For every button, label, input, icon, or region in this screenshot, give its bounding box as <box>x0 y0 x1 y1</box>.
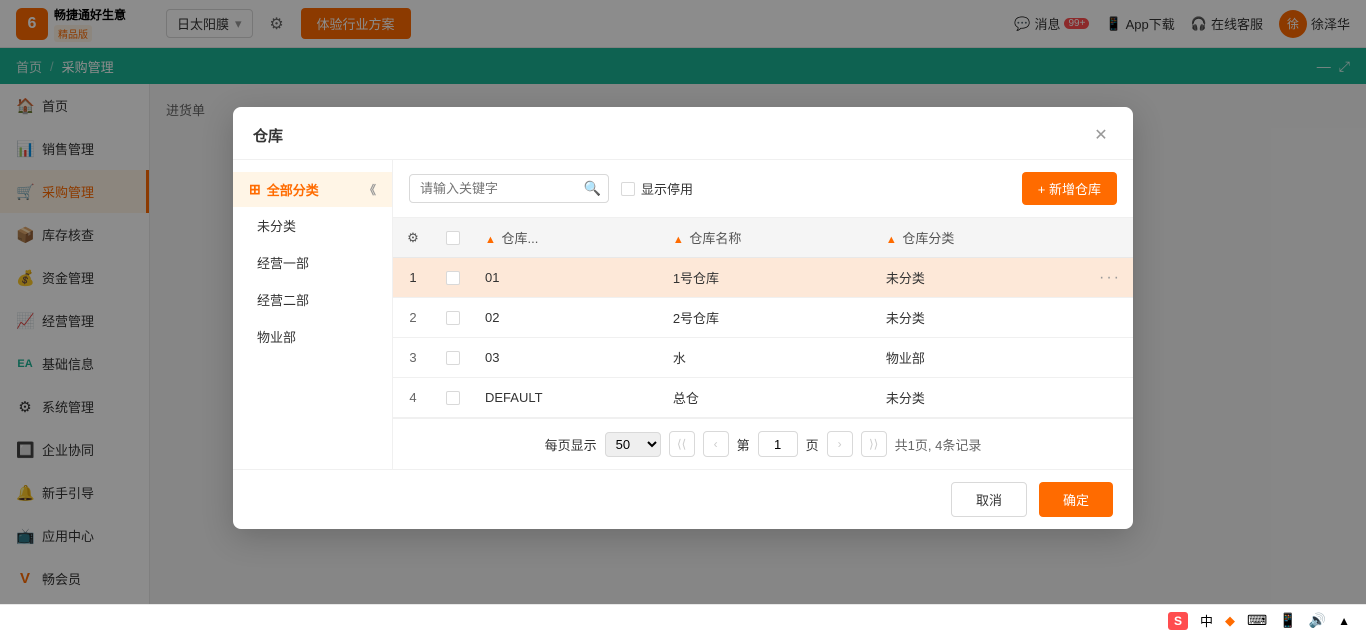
search-input[interactable] <box>409 174 609 203</box>
row-checkbox[interactable] <box>433 378 473 418</box>
prev-page-button[interactable]: ‹ <box>703 431 729 457</box>
grid-icon: ⊞ <box>249 181 261 198</box>
row-number: 1 <box>393 258 433 298</box>
sort-icon-cat: ▲ <box>886 234 897 246</box>
category-item-dept2[interactable]: 经营二部 <box>233 281 392 318</box>
row-checkbox[interactable] <box>433 298 473 338</box>
page-number-input[interactable] <box>758 431 798 457</box>
warehouse-table-wrap: ⚙ ▲ 仓库... ▲ <box>393 218 1133 418</box>
row-actions: ··· <box>1087 258 1133 298</box>
sort-icon: ▲ <box>485 234 496 246</box>
search-wrap: 🔍 <box>409 174 609 203</box>
row-actions <box>1087 338 1133 378</box>
collapse-button[interactable]: 《 <box>364 181 376 198</box>
row-category: 物业部 <box>874 338 1087 378</box>
close-icon[interactable]: ✕ <box>1089 123 1113 147</box>
row-actions <box>1087 298 1133 338</box>
table-row[interactable]: 4 DEFAULT 总仓 未分类 <box>393 378 1133 418</box>
warehouse-table: ⚙ ▲ 仓库... ▲ <box>393 218 1133 418</box>
pagination: 每页显示 50100200 ⟨⟨ ‹ 第 页 › ⟩⟩ 共1页, 4条记录 <box>393 418 1133 469</box>
table-header-row: ⚙ ▲ 仓库... ▲ <box>393 218 1133 258</box>
col-checkbox <box>433 218 473 258</box>
last-page-button[interactable]: ⟩⟩ <box>861 431 887 457</box>
row-number: 4 <box>393 378 433 418</box>
sort-icon-name: ▲ <box>673 234 684 246</box>
row-actions <box>1087 378 1133 418</box>
row-number: 2 <box>393 298 433 338</box>
row-code: DEFAULT <box>473 378 661 418</box>
bottom-bar: S 中 ◆ ⌨ 📱 🔊 ▲ <box>0 604 1366 636</box>
col-code: ▲ 仓库... <box>473 218 661 258</box>
category-header[interactable]: ⊞ 全部分类 《 <box>233 172 392 207</box>
col-category: ▲ 仓库分类 <box>874 218 1087 258</box>
modal-right-panel: 🔍 显示停用 + 新增仓库 ⚙ <box>393 160 1133 469</box>
column-settings-icon[interactable]: ⚙ <box>407 230 419 245</box>
table-row[interactable]: 2 02 2号仓库 未分类 <box>393 298 1133 338</box>
keyboard-icon[interactable]: ⌨ <box>1247 612 1267 629</box>
category-item-uncategorized[interactable]: 未分类 <box>233 207 392 244</box>
row-code: 03 <box>473 338 661 378</box>
row-checkbox[interactable] <box>433 338 473 378</box>
row-code: 01 <box>473 258 661 298</box>
show-disabled-checkbox[interactable] <box>621 182 635 196</box>
modal-toolbar: 🔍 显示停用 + 新增仓库 <box>393 160 1133 218</box>
show-disabled-wrap: 显示停用 <box>621 179 693 198</box>
row-category: 未分类 <box>874 258 1087 298</box>
warehouse-modal: 仓库 ✕ ⊞ 全部分类 《 未分类 经营一部 经营二部 物业部 <box>233 107 1133 529</box>
col-name: ▲ 仓库名称 <box>661 218 874 258</box>
next-page-button[interactable]: › <box>827 431 853 457</box>
table-row[interactable]: 3 03 水 物业部 <box>393 338 1133 378</box>
col-settings: ⚙ <box>393 218 433 258</box>
cancel-button[interactable]: 取消 <box>951 482 1027 517</box>
row-category: 未分类 <box>874 378 1087 418</box>
category-item-dept1[interactable]: 经营一部 <box>233 244 392 281</box>
confirm-button[interactable]: 确定 <box>1039 482 1113 517</box>
row-name: 1号仓库 <box>661 258 874 298</box>
col-actions-header <box>1087 218 1133 258</box>
row-checkbox[interactable] <box>433 258 473 298</box>
up-arrow-icon[interactable]: ▲ <box>1338 614 1350 628</box>
category-item-property[interactable]: 物业部 <box>233 318 392 355</box>
page-size-select[interactable]: 50100200 <box>605 432 661 457</box>
first-page-button[interactable]: ⟨⟨ <box>669 431 695 457</box>
row-number: 3 <box>393 338 433 378</box>
row-category: 未分类 <box>874 298 1087 338</box>
volume-icon[interactable]: 🔊 <box>1309 612 1326 629</box>
modal-footer: 取消 确定 <box>233 469 1133 529</box>
s-icon: S <box>1168 612 1188 630</box>
select-all-checkbox[interactable] <box>446 231 460 245</box>
row-name: 2号仓库 <box>661 298 874 338</box>
row-name: 总仓 <box>661 378 874 418</box>
category-sidebar: ⊞ 全部分类 《 未分类 经营一部 经营二部 物业部 <box>233 160 393 469</box>
modal-body: ⊞ 全部分类 《 未分类 经营一部 经营二部 物业部 🔍 <box>233 160 1133 469</box>
mobile-icon[interactable]: 📱 <box>1279 612 1296 629</box>
modal-overlay: 仓库 ✕ ⊞ 全部分类 《 未分类 经营一部 经营二部 物业部 <box>0 0 1366 636</box>
row-name: 水 <box>661 338 874 378</box>
modal-header: 仓库 ✕ <box>233 107 1133 160</box>
ime-icon[interactable]: 中 <box>1200 611 1213 630</box>
table-row[interactable]: 1 01 1号仓库 未分类 ··· <box>393 258 1133 298</box>
search-icon[interactable]: 🔍 <box>584 180 601 197</box>
modal-title: 仓库 <box>253 125 283 146</box>
add-warehouse-button[interactable]: + 新增仓库 <box>1022 172 1117 205</box>
diamond-icon: ◆ <box>1225 613 1235 629</box>
row-code: 02 <box>473 298 661 338</box>
